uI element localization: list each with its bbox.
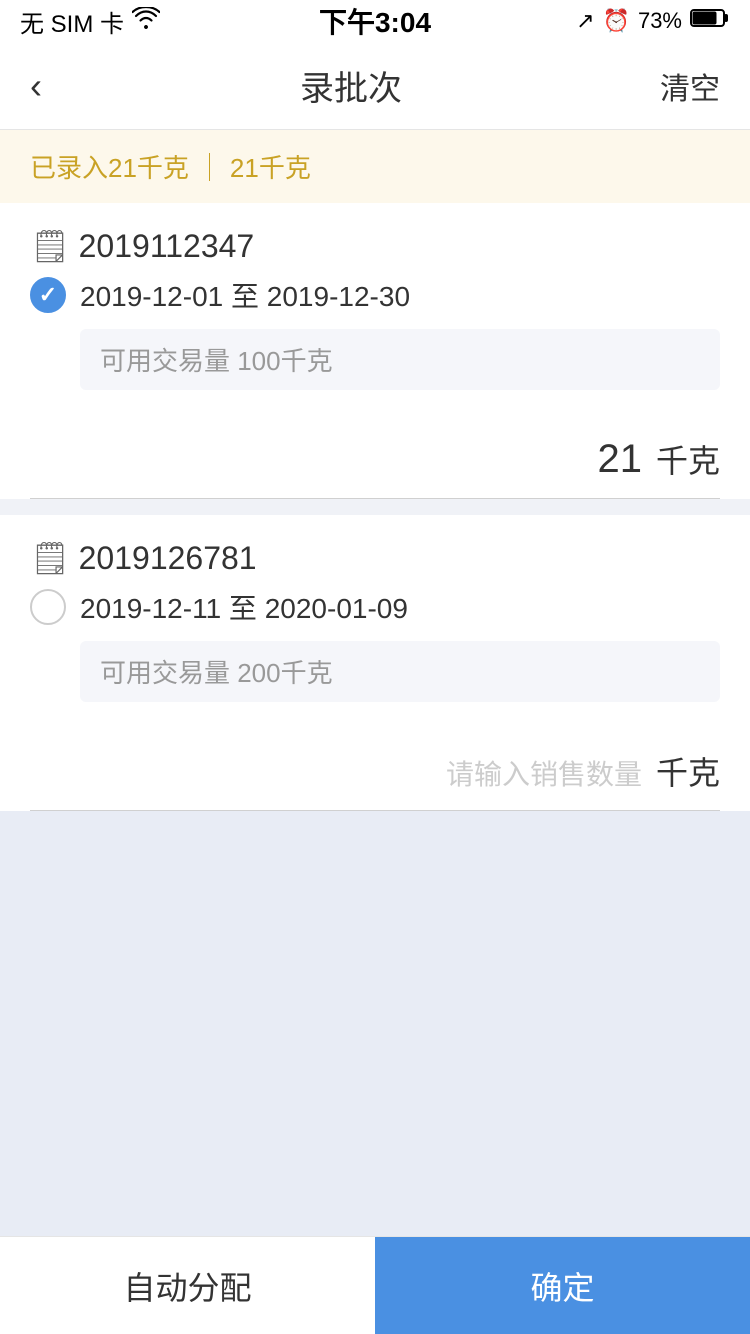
section-separator-1 — [0, 499, 750, 515]
batch-date-row-2[interactable]: 2019-12-11 至 2020-01-09 — [30, 587, 720, 627]
summary-amount: 21千克 — [230, 148, 311, 185]
location-icon: ↗ — [576, 8, 594, 34]
batch-date-2: 2019-12-11 至 2020-01-09 — [80, 587, 408, 627]
no-sim-text: 无 SIM 卡 — [20, 4, 124, 39]
batch-doc-icon-1: 🗒 — [30, 227, 71, 265]
battery-icon — [690, 7, 730, 35]
auto-distribute-button[interactable]: 自动分配 — [0, 1237, 375, 1334]
summary-bar: 已录入21千克 21千克 — [0, 130, 750, 203]
status-bar: 无 SIM 卡 下午3:04 ↗ ⏰ 73% — [0, 0, 750, 42]
clear-button[interactable]: 清空 — [660, 64, 720, 108]
recorded-label: 已录入21千克 — [30, 148, 189, 185]
batch-date-row-1[interactable]: 2019-12-01 至 2019-12-30 — [30, 275, 720, 315]
batch-item-2: 🗒 2019126781 2019-12-11 至 2020-01-09 可用交… — [0, 515, 750, 732]
unit-label-2: 千克 — [656, 748, 720, 794]
batch-header-2: 🗒 2019126781 — [30, 539, 720, 577]
avail-box-1: 可用交易量 100千克 — [80, 329, 720, 390]
batch-date-1: 2019-12-01 至 2019-12-30 — [80, 275, 410, 315]
input-row-1: 千克 — [0, 420, 750, 498]
back-button[interactable]: ‹ — [30, 65, 42, 107]
wifi-icon — [132, 7, 160, 36]
batch-id-2: 2019126781 — [79, 540, 257, 577]
batch-card-2: 🗒 2019126781 2019-12-11 至 2020-01-09 可用交… — [0, 515, 750, 811]
radio-2[interactable] — [30, 589, 66, 625]
bottom-bar: 自动分配 确定 — [0, 1236, 750, 1334]
page-title: 录批次 — [300, 61, 402, 110]
status-left: 无 SIM 卡 — [20, 4, 160, 39]
confirm-button[interactable]: 确定 — [375, 1237, 750, 1334]
summary-divider — [209, 153, 210, 181]
battery-text: 73% — [638, 8, 682, 34]
batch-doc-icon-2: 🗒 — [30, 539, 71, 577]
batch-item-1: 🗒 2019112347 2019-12-01 至 2019-12-30 可用交… — [0, 203, 750, 420]
avail-box-2: 可用交易量 200千克 — [80, 641, 720, 702]
batch-id-1: 2019112347 — [79, 228, 255, 265]
quantity-input-2[interactable] — [442, 749, 642, 794]
input-row-2: 千克 — [0, 732, 750, 810]
unit-label-1: 千克 — [656, 436, 720, 482]
clock-icon: ⏰ — [603, 8, 630, 34]
quantity-input-1[interactable] — [442, 437, 642, 482]
avail-text-1: 可用交易量 100千克 — [100, 346, 333, 376]
batch-card-1: 🗒 2019112347 2019-12-01 至 2019-12-30 可用交… — [0, 203, 750, 499]
status-time: 下午3:04 — [319, 1, 431, 41]
nav-bar: ‹ 录批次 清空 — [0, 42, 750, 130]
page-content: 已录入21千克 21千克 🗒 2019112347 2019-12-01 至 2… — [0, 130, 750, 1334]
avail-text-2: 可用交易量 200千克 — [100, 658, 333, 688]
status-right: ↗ ⏰ 73% — [576, 7, 730, 35]
batch-header-1: 🗒 2019112347 — [30, 227, 720, 265]
radio-1[interactable] — [30, 277, 66, 313]
